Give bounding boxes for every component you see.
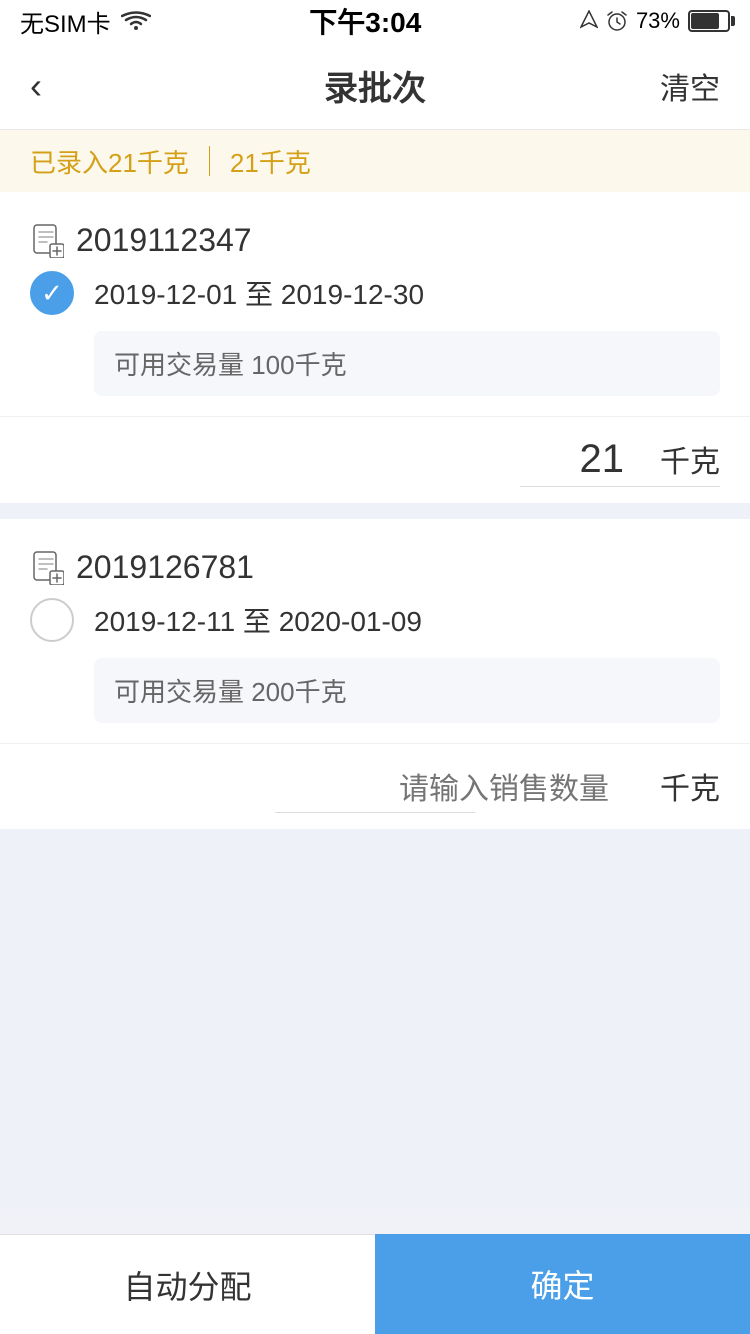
batch2-date-row: ✓ 2019-12-11 至 2020-01-09: [30, 598, 720, 642]
nav-bar: ‹ 录批次 清空: [0, 42, 750, 130]
batch1-id: 2019112347: [76, 222, 252, 259]
info-divider: [209, 146, 210, 176]
page-title: 录批次: [324, 61, 426, 110]
status-right: 73%: [580, 8, 730, 34]
batch2-header: 2019126781: [30, 549, 720, 586]
battery-pct: 73%: [636, 8, 680, 34]
batch1-radio[interactable]: ✓: [30, 271, 74, 315]
batch1-date-row: ✓ 2019-12-01 至 2019-12-30: [30, 271, 720, 315]
batch1-qty-underline: [520, 486, 720, 487]
bottom-area: [0, 829, 750, 1209]
batch2-qty-input[interactable]: [284, 773, 624, 807]
batch2-doc-icon: [30, 550, 66, 586]
wifi-icon: [121, 10, 151, 32]
batch2-qty-underline: [275, 812, 475, 813]
batch2-id: 2019126781: [76, 549, 254, 586]
status-bar: 无SIM卡 下午3:04 73%: [0, 0, 750, 42]
total-label: 21千克: [230, 143, 311, 180]
info-banner: 已录入21千克 21千克: [0, 130, 750, 192]
card-divider: [0, 503, 750, 519]
batch2-available-qty: 可用交易量 200千克: [94, 658, 720, 723]
batch1-qty-value[interactable]: 21: [580, 437, 625, 482]
alarm-icon: [606, 10, 628, 32]
batch2-radio[interactable]: ✓: [30, 598, 74, 642]
bottom-bar: 自动分配 确定: [0, 1234, 750, 1334]
recorded-label: 已录入21千克: [30, 143, 189, 180]
auto-distribute-button[interactable]: 自动分配: [0, 1234, 375, 1334]
batch2-qty-row: 千克: [0, 743, 750, 829]
batch1-date-range: 2019-12-01 至 2019-12-30: [94, 273, 424, 313]
batch2-input-wrapper: 千克: [30, 764, 720, 813]
status-time: 下午3:04: [309, 1, 421, 41]
batch1-qty-row: 21 千克: [0, 416, 750, 503]
batch2-card: 2019126781 ✓ 2019-12-11 至 2020-01-09 可用交…: [0, 519, 750, 743]
check-icon: ✓: [41, 278, 63, 309]
confirm-button[interactable]: 确定: [375, 1234, 750, 1334]
batch1-qty-top: 21 千克: [580, 437, 721, 482]
sim-text: 无SIM卡: [20, 4, 111, 39]
back-button[interactable]: ‹: [30, 65, 90, 107]
batch2-unit: 千克: [660, 764, 720, 808]
battery-icon: [688, 10, 730, 32]
status-left: 无SIM卡: [20, 4, 151, 39]
batch1-doc-icon: [30, 223, 66, 259]
batch1-header: 2019112347: [30, 222, 720, 259]
batch1-qty-unit: 千克: [660, 437, 720, 481]
batch2-input-top: 千克: [30, 764, 720, 808]
batch1-card: 2019112347 ✓ 2019-12-01 至 2019-12-30 可用交…: [0, 192, 750, 416]
clear-button[interactable]: 清空: [660, 64, 720, 108]
location-icon: [580, 10, 598, 32]
batch1-qty-wrapper: 21 千克: [520, 437, 720, 487]
batch2-date-range: 2019-12-11 至 2020-01-09: [94, 600, 422, 640]
batch1-available-qty: 可用交易量 100千克: [94, 331, 720, 396]
